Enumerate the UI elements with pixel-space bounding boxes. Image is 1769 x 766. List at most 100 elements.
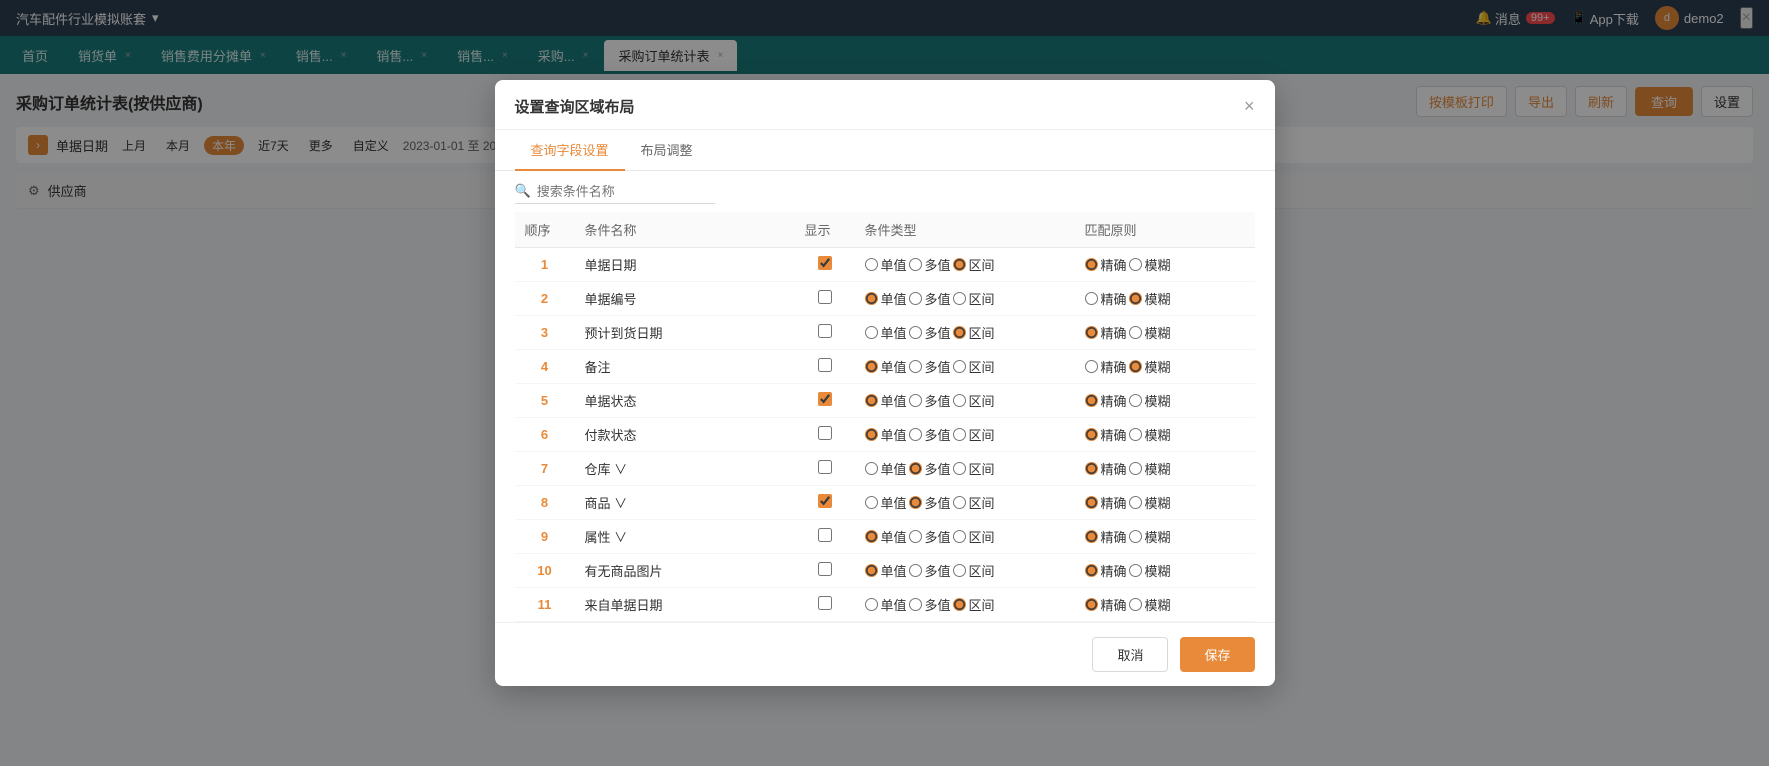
type-option-区间-3[interactable]: 区间: [953, 323, 995, 342]
match-option-精确-5[interactable]: 精确: [1085, 391, 1127, 410]
type-option-单值-3[interactable]: 单值: [865, 323, 907, 342]
row-display-7[interactable]: [795, 452, 855, 486]
match-option-精确-10[interactable]: 精确: [1085, 561, 1127, 580]
row-display-10[interactable]: [795, 554, 855, 588]
match-option-精确-6[interactable]: 精确: [1085, 425, 1127, 444]
row-type-1[interactable]: 单值多值区间: [855, 248, 1075, 282]
row-type-6[interactable]: 单值多值区间: [855, 418, 1075, 452]
type-option-多值-9[interactable]: 多值: [909, 527, 951, 546]
display-checkbox-11[interactable]: [818, 596, 832, 610]
row-display-11[interactable]: [795, 588, 855, 622]
row-type-7[interactable]: 单值多值区间: [855, 452, 1075, 486]
row-match-6[interactable]: 精确模糊: [1075, 418, 1255, 452]
type-option-单值-8[interactable]: 单值: [865, 493, 907, 512]
type-option-区间-4[interactable]: 区间: [953, 357, 995, 376]
match-option-模糊-9[interactable]: 模糊: [1129, 527, 1171, 546]
row-match-11[interactable]: 精确模糊: [1075, 588, 1255, 622]
type-option-区间-6[interactable]: 区间: [953, 425, 995, 444]
row-type-10[interactable]: 单值多值区间: [855, 554, 1075, 588]
type-option-单值-11[interactable]: 单值: [865, 595, 907, 614]
match-option-精确-8[interactable]: 精确: [1085, 493, 1127, 512]
type-option-单值-1[interactable]: 单值: [865, 255, 907, 274]
row-display-1[interactable]: [795, 248, 855, 282]
match-option-模糊-7[interactable]: 模糊: [1129, 459, 1171, 478]
match-option-模糊-3[interactable]: 模糊: [1129, 323, 1171, 342]
type-option-区间-11[interactable]: 区间: [953, 595, 995, 614]
row-display-5[interactable]: [795, 384, 855, 418]
row-type-11[interactable]: 单值多值区间: [855, 588, 1075, 622]
type-option-区间-9[interactable]: 区间: [953, 527, 995, 546]
row-match-9[interactable]: 精确模糊: [1075, 520, 1255, 554]
row-type-9[interactable]: 单值多值区间: [855, 520, 1075, 554]
match-option-精确-9[interactable]: 精确: [1085, 527, 1127, 546]
type-option-多值-11[interactable]: 多值: [909, 595, 951, 614]
display-checkbox-7[interactable]: [818, 460, 832, 474]
display-checkbox-9[interactable]: [818, 528, 832, 542]
type-option-多值-1[interactable]: 多值: [909, 255, 951, 274]
row-type-8[interactable]: 单值多值区间: [855, 486, 1075, 520]
match-option-模糊-2[interactable]: 模糊: [1129, 289, 1171, 308]
type-option-多值-8[interactable]: 多值: [909, 493, 951, 512]
match-option-模糊-8[interactable]: 模糊: [1129, 493, 1171, 512]
row-display-8[interactable]: [795, 486, 855, 520]
cancel-button[interactable]: 取消: [1092, 637, 1168, 672]
display-checkbox-8[interactable]: [818, 494, 832, 508]
display-checkbox-5[interactable]: [818, 392, 832, 406]
row-display-9[interactable]: [795, 520, 855, 554]
match-option-模糊-1[interactable]: 模糊: [1129, 255, 1171, 274]
dialog-tab-query-fields[interactable]: 查询字段设置: [515, 130, 625, 171]
type-option-区间-10[interactable]: 区间: [953, 561, 995, 580]
type-option-区间-7[interactable]: 区间: [953, 459, 995, 478]
search-input[interactable]: [537, 184, 715, 199]
display-checkbox-4[interactable]: [818, 358, 832, 372]
type-option-区间-8[interactable]: 区间: [953, 493, 995, 512]
type-option-区间-2[interactable]: 区间: [953, 289, 995, 308]
match-option-模糊-10[interactable]: 模糊: [1129, 561, 1171, 580]
type-option-单值-10[interactable]: 单值: [865, 561, 907, 580]
row-match-10[interactable]: 精确模糊: [1075, 554, 1255, 588]
type-option-多值-3[interactable]: 多值: [909, 323, 951, 342]
type-option-单值-7[interactable]: 单值: [865, 459, 907, 478]
match-option-模糊-6[interactable]: 模糊: [1129, 425, 1171, 444]
type-option-区间-5[interactable]: 区间: [953, 391, 995, 410]
match-option-模糊-4[interactable]: 模糊: [1129, 357, 1171, 376]
match-option-精确-1[interactable]: 精确: [1085, 255, 1127, 274]
display-checkbox-10[interactable]: [818, 562, 832, 576]
dialog-close-button[interactable]: ×: [1244, 96, 1255, 117]
match-option-精确-2[interactable]: 精确: [1085, 289, 1127, 308]
display-checkbox-6[interactable]: [818, 426, 832, 440]
type-option-单值-5[interactable]: 单值: [865, 391, 907, 410]
row-type-4[interactable]: 单值多值区间: [855, 350, 1075, 384]
row-match-5[interactable]: 精确模糊: [1075, 384, 1255, 418]
match-option-精确-3[interactable]: 精确: [1085, 323, 1127, 342]
row-match-1[interactable]: 精确模糊: [1075, 248, 1255, 282]
row-type-5[interactable]: 单值多值区间: [855, 384, 1075, 418]
display-checkbox-2[interactable]: [818, 290, 832, 304]
row-display-4[interactable]: [795, 350, 855, 384]
type-option-区间-1[interactable]: 区间: [953, 255, 995, 274]
row-display-6[interactable]: [795, 418, 855, 452]
match-option-精确-11[interactable]: 精确: [1085, 595, 1127, 614]
row-type-2[interactable]: 单值多值区间: [855, 282, 1075, 316]
type-option-多值-6[interactable]: 多值: [909, 425, 951, 444]
display-checkbox-3[interactable]: [818, 324, 832, 338]
row-match-2[interactable]: 精确模糊: [1075, 282, 1255, 316]
match-option-模糊-11[interactable]: 模糊: [1129, 595, 1171, 614]
type-option-多值-5[interactable]: 多值: [909, 391, 951, 410]
row-type-3[interactable]: 单值多值区间: [855, 316, 1075, 350]
save-button[interactable]: 保存: [1180, 637, 1254, 672]
row-match-4[interactable]: 精确模糊: [1075, 350, 1255, 384]
row-match-8[interactable]: 精确模糊: [1075, 486, 1255, 520]
match-option-精确-7[interactable]: 精确: [1085, 459, 1127, 478]
type-option-多值-10[interactable]: 多值: [909, 561, 951, 580]
row-display-3[interactable]: [795, 316, 855, 350]
row-match-7[interactable]: 精确模糊: [1075, 452, 1255, 486]
type-option-多值-4[interactable]: 多值: [909, 357, 951, 376]
type-option-多值-7[interactable]: 多值: [909, 459, 951, 478]
match-option-模糊-5[interactable]: 模糊: [1129, 391, 1171, 410]
dialog-overlay[interactable]: 设置查询区域布局 × 查询字段设置 布局调整 🔍 顺序 条件名称: [0, 0, 1769, 766]
display-checkbox-1[interactable]: [818, 256, 832, 270]
row-match-3[interactable]: 精确模糊: [1075, 316, 1255, 350]
dialog-tab-layout[interactable]: 布局调整: [625, 130, 709, 171]
type-option-单值-9[interactable]: 单值: [865, 527, 907, 546]
